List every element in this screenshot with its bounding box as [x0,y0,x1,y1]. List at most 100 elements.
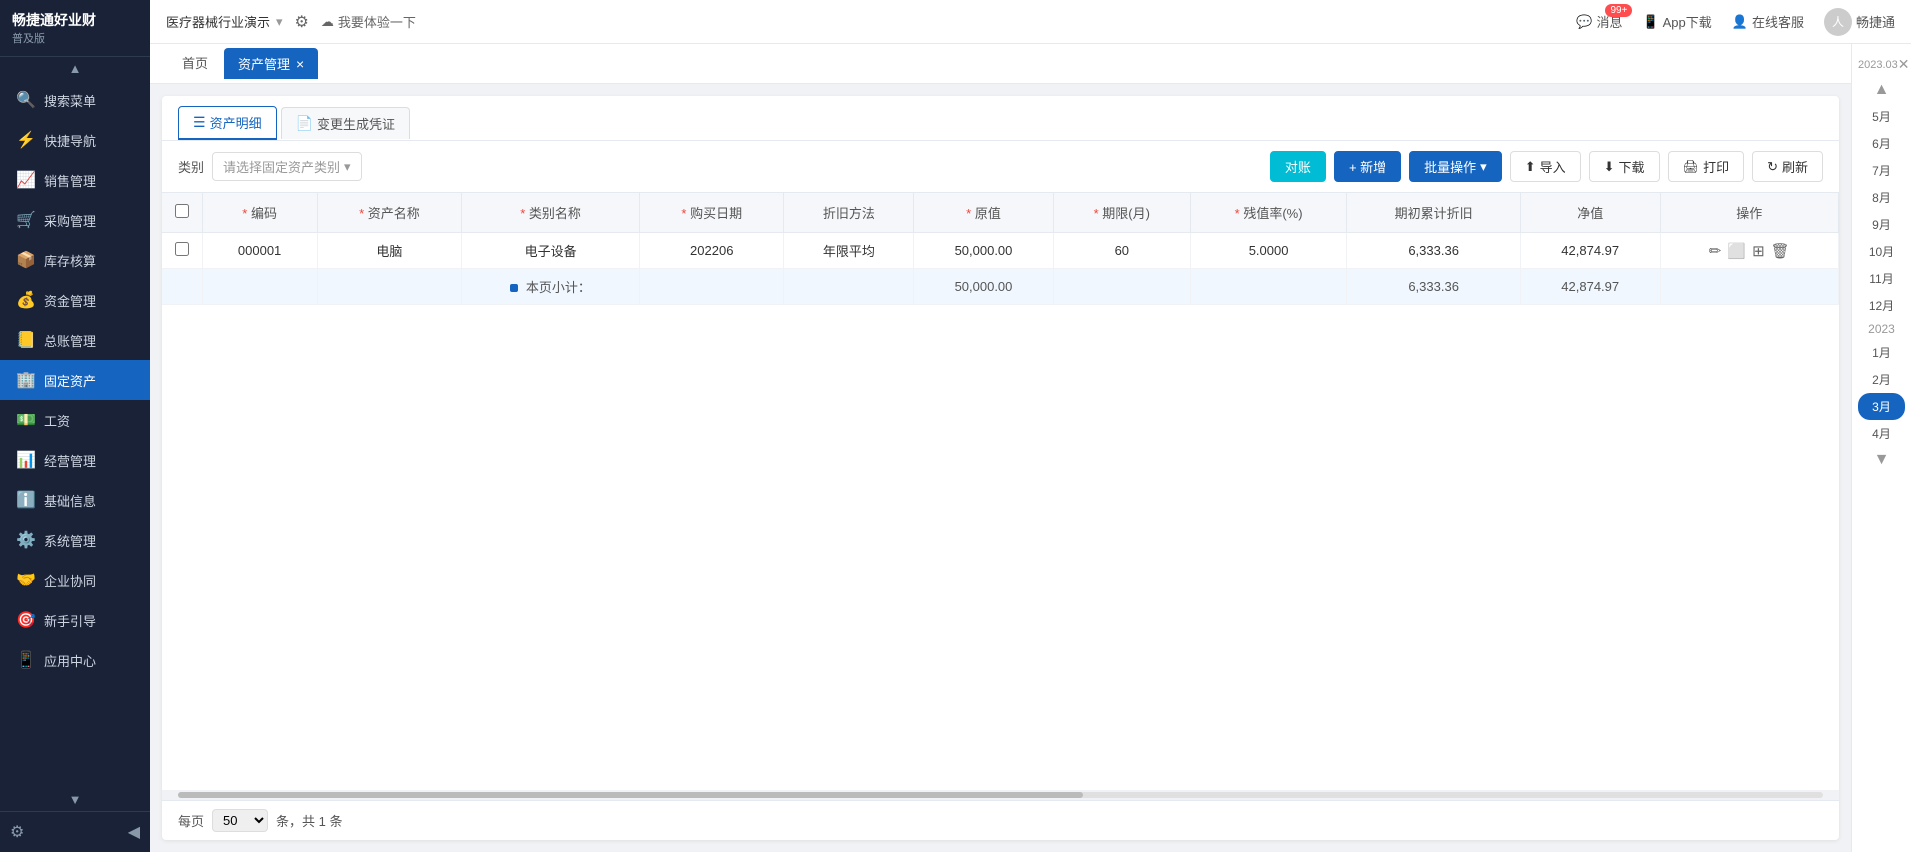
sidebar-item-payroll[interactable]: 💵 工资 [0,400,150,440]
enterprise-icon: 🤝 [16,570,36,590]
subtotal-original-value: 50,000.00 [914,269,1054,305]
row-net-value-0: 42,874.97 [1520,233,1660,269]
category-placeholder: 请选择固定资产类别 [223,157,340,176]
tab-asset-detail-label: 资产明细 [210,113,262,132]
copy-icon-0[interactable]: ⬜ [1727,242,1746,260]
sidebar-item-basic-info[interactable]: ℹ️ 基础信息 [0,480,150,520]
horizontal-scrollbar[interactable] [162,790,1839,800]
refresh-button[interactable]: ↻ 刷新 [1752,151,1823,182]
list-icon: ☰ [193,114,206,131]
month-item-6月[interactable]: 6月 [1852,130,1911,157]
month-item-2月[interactable]: 2月 [1852,366,1911,393]
sidebar-item-sales[interactable]: 📈 销售管理 [0,160,150,200]
quick-nav-icon: ⚡ [16,130,36,150]
main-area: 医疗器械行业演示 ▾ ⚙ ☁ 我要体验一下 💬 消息 99+ 📱 App下载 👤… [150,0,1911,852]
app-download-btn[interactable]: 📱 App下载 [1642,12,1711,31]
sidebar-item-ledger[interactable]: 📒 总账管理 [0,320,150,360]
messages-badge: 99+ [1605,4,1632,17]
batch-ops-button[interactable]: 批量操作 ▾ [1409,151,1502,182]
reconcile-button[interactable]: 对账 [1270,151,1326,182]
subtotal-row: 本页小计： 50,000.00 6,333.36 42,874.97 [162,269,1839,305]
panel-controls: ✕ ⛶ [1898,56,1911,73]
toolbar-right: 对账 + 新增 批量操作 ▾ ⬆ 导入 ⬇ [1270,151,1823,182]
print-button[interactable]: 🖨 打印 [1668,151,1745,182]
month-item-3月[interactable]: 3月 [1858,393,1905,420]
management-icon: 📊 [16,450,36,470]
tab-close-icon[interactable]: × [296,56,304,72]
download-button[interactable]: ⬇ 下载 [1589,151,1660,182]
sidebar-scroll-up[interactable]: ▲ [0,57,150,80]
sidebar-item-quick-nav[interactable]: ⚡ 快捷导航 [0,120,150,160]
row-original-value-0: 50,000.00 [914,233,1054,269]
download-icon: ⬇ [1604,159,1615,175]
main-card: ☰ 资产明细 📄 变更生成凭证 类别 请选择固定资产 [162,96,1839,840]
more-icon-0[interactable]: ⊞ [1752,242,1765,260]
sidebar-item-guide[interactable]: 🎯 新手引导 [0,600,150,640]
select-arrow-icon: ▾ [344,159,351,175]
sidebar-item-fixed-assets[interactable]: 🏢 固定资产 [0,360,150,400]
new-button[interactable]: + 新增 [1334,151,1401,182]
toolbar: 类别 请选择固定资产类别 ▾ 对账 + 新增 批量操作 ▾ [162,141,1839,193]
month-item-9月[interactable]: 9月 [1852,211,1911,238]
collapse-icon[interactable]: ◀ [128,822,140,842]
sidebar-item-label-management: 经营管理 [44,451,96,470]
select-all-checkbox[interactable] [175,204,189,218]
sidebar-item-purchase[interactable]: 🛒 采购管理 [0,200,150,240]
sidebar-item-management[interactable]: 📊 经营管理 [0,440,150,480]
doc-icon: 📄 [296,115,313,132]
sidebar-item-label-finance: 资金管理 [44,291,96,310]
month-item-4月[interactable]: 4月 [1852,420,1911,447]
row-residual-rate-0: 5.0000 [1190,233,1347,269]
month-item-5月[interactable]: 5月 [1852,103,1911,130]
sidebar-item-label-enterprise: 企业协同 [44,571,96,590]
tab-home[interactable]: 首页 [166,45,224,82]
sidebar-item-search[interactable]: 🔍 搜索菜单 [0,80,150,120]
purchase-icon: 🛒 [16,210,36,230]
batch-ops-arrow: ▾ [1480,159,1487,175]
sidebar-item-label-system: 系统管理 [44,531,96,550]
filter-label: 类别 [178,157,204,176]
sidebar-item-finance[interactable]: 💰 资金管理 [0,280,150,320]
page-size-select[interactable]: 50 100 [212,809,268,832]
import-button[interactable]: ⬆ 导入 [1510,151,1581,182]
messages-btn[interactable]: 💬 消息 99+ [1576,12,1622,31]
month-item-12月[interactable]: 12月 [1852,292,1911,319]
panel-scroll-down[interactable]: ▼ [1870,447,1894,473]
month-item-1月[interactable]: 1月 [1852,339,1911,366]
category-select[interactable]: 请选择固定资产类别 ▾ [212,152,362,181]
delete-icon-0[interactable]: 🗑 [1771,242,1790,260]
company-selector[interactable]: 医疗器械行业演示 ▾ [166,12,283,31]
finance-icon: 💰 [16,290,36,310]
tab-asset-management[interactable]: 资产管理 × [224,48,318,79]
row-checkbox-0[interactable] [175,242,189,256]
settings-icon[interactable]: ⚙ [10,822,24,842]
row-depreciation-0: 年限平均 [784,233,914,269]
sidebar-item-app-center[interactable]: 📱 应用中心 [0,640,150,680]
message-icon: 💬 [1576,14,1592,30]
sidebar-item-inventory[interactable]: 📦 库存核算 [0,240,150,280]
tab-voucher-gen[interactable]: 📄 变更生成凭证 [281,107,410,139]
month-item-7月[interactable]: 7月 [1852,157,1911,184]
page-content: 首页 资产管理 × ☰ 资产明细 📄 [150,44,1851,852]
month-item-10月[interactable]: 10月 [1852,238,1911,265]
user-avatar-area[interactable]: 人 畅捷通 [1824,8,1895,36]
tab-asset-detail[interactable]: ☰ 资产明细 [178,106,277,140]
sidebar-item-system[interactable]: ⚙️ 系统管理 [0,520,150,560]
sidebar-scroll-down[interactable]: ▼ [0,788,150,811]
sidebar-item-enterprise[interactable]: 🤝 企业协同 [0,560,150,600]
settings-gear-icon[interactable]: ⚙ [295,12,309,32]
logo-area: 畅捷通好业财 普及版 [0,0,150,57]
asset-table: * 编码 * 资产名称 * 类别名称 * 购买日期 折旧方法 * 原值 * 期限… [162,193,1839,305]
panel-scroll-up[interactable]: ▲ [1870,77,1894,103]
scrollbar-thumb[interactable] [178,792,1083,798]
experience-btn[interactable]: ☁ 我要体验一下 [321,12,416,31]
panel-close-icon[interactable]: ✕ [1898,56,1910,73]
sidebar-item-label-basic-info: 基础信息 [44,491,96,510]
month-item-8月[interactable]: 8月 [1852,184,1911,211]
service-icon: 👤 [1732,14,1748,30]
right-panel-header-row: 2023.03 ✕ ⛶ [1852,52,1911,77]
tabs-bar: 首页 资产管理 × [150,44,1851,84]
month-item-11月[interactable]: 11月 [1852,265,1911,292]
online-service-btn[interactable]: 👤 在线客服 [1732,12,1804,31]
edit-icon-0[interactable]: ✏ [1709,242,1722,260]
